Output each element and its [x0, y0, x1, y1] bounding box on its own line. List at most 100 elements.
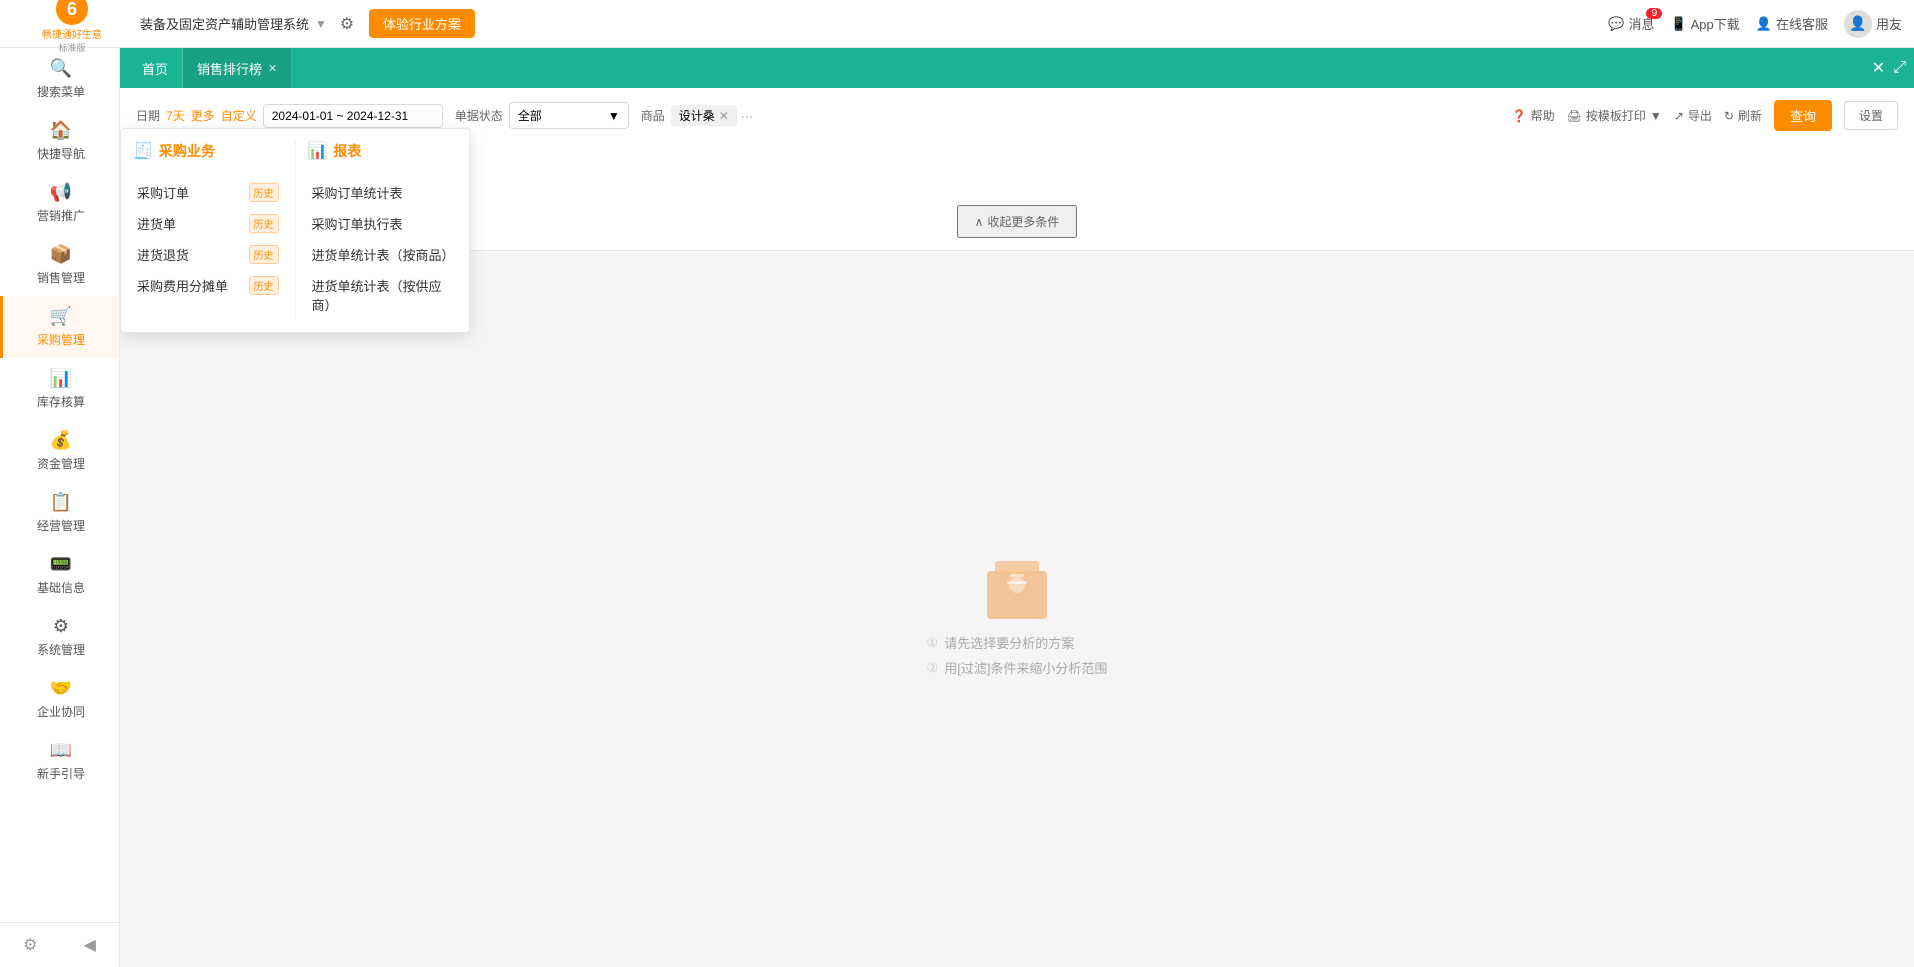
message-icon: 💬	[1608, 16, 1624, 32]
tab-close-sales-rank[interactable]: ✕	[268, 62, 277, 75]
sidebar-item-enterprise[interactable]: 🤝 企业协同	[0, 668, 119, 730]
sidebar-item-purchase[interactable]: 🛒 采购管理	[0, 296, 119, 358]
online-service-btn[interactable]: 👤 在线客服	[1756, 14, 1828, 33]
tab-close-btn[interactable]: ✕	[1872, 58, 1885, 78]
sidebar-item-sales[interactable]: 📦 销售管理	[0, 234, 119, 296]
purchase-menu-item[interactable]: 进货退货 历史	[133, 239, 283, 270]
purchase-menu-item[interactable]: 采购订单 历史	[133, 177, 283, 208]
history-badge: 历史	[249, 214, 279, 233]
tab-label-home: 首页	[142, 59, 168, 78]
sidebar-item-system[interactable]: ⚙ 系统管理	[0, 606, 119, 668]
sidebar-label-purchase: 采购管理	[37, 331, 85, 348]
logo-sub: 标准版	[58, 41, 85, 54]
goods-tag: 设计桑 ✕	[671, 105, 737, 126]
refresh-btn[interactable]: ↻ 刷新	[1724, 107, 1762, 124]
sidebar-label-sales: 销售管理	[37, 269, 85, 286]
purchase-menu-header: 🧾 采购业务	[133, 141, 283, 167]
goods-tag-close[interactable]: ✕	[719, 109, 729, 123]
filter-toolbar-row: 日期 7天 更多 自定义 单据状态 全部 ▼ 商品	[136, 100, 1898, 131]
sidebar-label-operation: 经营管理	[37, 517, 85, 534]
message-badge: 9	[1646, 8, 1662, 19]
sidebar-item-base[interactable]: 📟 基础信息	[0, 544, 119, 606]
goods-filter: 商品 设计桑 ✕ ···	[641, 105, 753, 126]
sidebar-item-capital[interactable]: 💰 资金管理	[0, 420, 119, 482]
purchase-menu-item[interactable]: 进货单 历史	[133, 208, 283, 239]
system-dropdown-btn[interactable]: ▼	[315, 17, 327, 31]
purchase-menu-item[interactable]: 采购费用分摊单 历史	[133, 270, 283, 301]
sidebar-bottom: ⚙ ◀	[0, 922, 119, 967]
sidebar-collapse-btn[interactable]: ◀	[84, 935, 96, 955]
mobile-icon: 📱	[1670, 16, 1686, 32]
print-dropdown-icon: ▼	[1650, 109, 1662, 123]
sidebar-label-inventory: 库存核算	[37, 393, 85, 410]
query-btn[interactable]: 查询	[1774, 100, 1832, 131]
sidebar-icon-inventory: 📊	[50, 368, 72, 389]
sidebar-icon-search: 🔍	[50, 58, 72, 79]
sidebar-item-inventory[interactable]: 📊 库存核算	[0, 358, 119, 420]
logo-area: 6 畅捷通好生意 标准版	[12, 0, 132, 54]
sidebar-item-marketing[interactable]: 📢 营销推广	[0, 172, 119, 234]
top-header: 6 畅捷通好生意 标准版 装备及固定资产辅助管理系统 ▼ ⚙ 体验行业方案 💬 …	[0, 0, 1914, 48]
message-btn[interactable]: 💬 消息 9	[1608, 14, 1654, 33]
logo-icon: 6	[56, 0, 88, 25]
logo-text: 畅捷通好生意	[42, 26, 102, 41]
avatar: 👤	[1844, 10, 1872, 38]
sidebar-label-base: 基础信息	[37, 579, 85, 596]
empty-illustration	[967, 541, 1067, 621]
history-badge: 历史	[249, 183, 279, 202]
report-menu-item[interactable]: 采购订单执行表	[308, 208, 458, 239]
tab-sales-rank[interactable]: 销售排行榜✕	[183, 48, 292, 88]
toolbar-right: ❓ 帮助 🖨 按模板打印 ▼ ↗ 导出 ↻	[1512, 100, 1898, 131]
tab-expand-btn[interactable]: ⤢	[1893, 59, 1906, 77]
print-icon: 🖨	[1567, 109, 1582, 123]
tab-bar: 首页销售排行榜✕ ✕ ⤢	[120, 48, 1914, 88]
sidebar-label-guide: 新手引导	[37, 765, 85, 782]
sidebar-item-nav[interactable]: 🏠 快捷导航	[0, 110, 119, 172]
collapse-btn[interactable]: ∧ 收起更多条件	[957, 205, 1078, 238]
sidebar-icon-nav: 🏠	[50, 120, 72, 141]
date-7day-btn[interactable]: 7天	[166, 107, 185, 124]
export-btn[interactable]: ↗ 导出	[1674, 107, 1712, 124]
status-select[interactable]: 全部 ▼	[509, 102, 629, 129]
sidebar-item-search[interactable]: 🔍 搜索菜单	[0, 48, 119, 110]
print-btn[interactable]: 🖨 按模板打印 ▼	[1567, 107, 1662, 124]
main-layout: 🔍 搜索菜单 🏠 快捷导航 📢 营销推广 📦 销售管理 🛒 采购管理 📊 库存核…	[0, 48, 1914, 967]
user-btn[interactable]: 👤 用友	[1844, 10, 1902, 38]
industry-btn[interactable]: 体验行业方案	[369, 9, 475, 38]
system-name-text: 装备及固定资产辅助管理系统	[140, 14, 309, 33]
goods-more[interactable]: ···	[741, 109, 753, 123]
sidebar-label-nav: 快捷导航	[37, 145, 85, 162]
sidebar-item-operation[interactable]: 📋 经营管理	[0, 482, 119, 544]
app-download-btn[interactable]: 📱 App下载	[1670, 14, 1739, 33]
help-btn[interactable]: ❓ 帮助	[1512, 107, 1555, 124]
purchase-menu-icon: 🧾	[133, 141, 153, 161]
sidebar-label-marketing: 营销推广	[37, 207, 85, 224]
user-label: 用友	[1876, 14, 1902, 33]
date-range-input[interactable]	[263, 104, 443, 128]
empty-hint-2: ② 用[过滤]条件来缩小分析范围	[927, 658, 1108, 677]
chevron-down-icon: ▼	[608, 109, 620, 123]
sidebar-icon-operation: 📋	[50, 492, 72, 513]
date-label: 日期	[136, 107, 160, 124]
date-custom-btn[interactable]: 自定义	[221, 107, 257, 124]
sidebar-settings-btn[interactable]: ⚙	[23, 935, 37, 955]
header-settings-btn[interactable]: ⚙	[333, 10, 361, 38]
report-menu-item[interactable]: 进货单统计表（按供应商）	[308, 270, 458, 320]
report-menu-item[interactable]: 采购订单统计表	[308, 177, 458, 208]
system-name-area: 装备及固定资产辅助管理系统 ▼ ⚙	[140, 10, 361, 38]
tab-bar-right: ✕ ⤢	[1872, 58, 1906, 78]
filter-settings-btn[interactable]: 设置	[1844, 101, 1898, 130]
export-icon: ↗	[1674, 109, 1684, 123]
report-menu-icon: 📊	[308, 141, 328, 161]
sidebar-item-guide[interactable]: 📖 新手引导	[0, 730, 119, 792]
content-area: 日期 7天 更多 自定义 单据状态 全部 ▼ 商品	[120, 88, 1914, 967]
empty-hints: ① 请先选择要分析的方案 ② 用[过滤]条件来缩小分析范围	[927, 633, 1108, 677]
empty-state: ① 请先选择要分析的方案 ② 用[过滤]条件来缩小分析范围	[120, 251, 1914, 967]
date-more-btn[interactable]: 更多	[191, 107, 215, 124]
report-menu-item[interactable]: 进货单统计表（按商品）	[308, 239, 458, 270]
report-menu-header: 📊 报表	[308, 141, 458, 167]
tab-home[interactable]: 首页	[128, 48, 183, 88]
sidebar-icon-system: ⚙	[53, 616, 69, 637]
sidebar-label-system: 系统管理	[37, 641, 85, 658]
sidebar-icon-guide: 📖	[50, 740, 72, 761]
